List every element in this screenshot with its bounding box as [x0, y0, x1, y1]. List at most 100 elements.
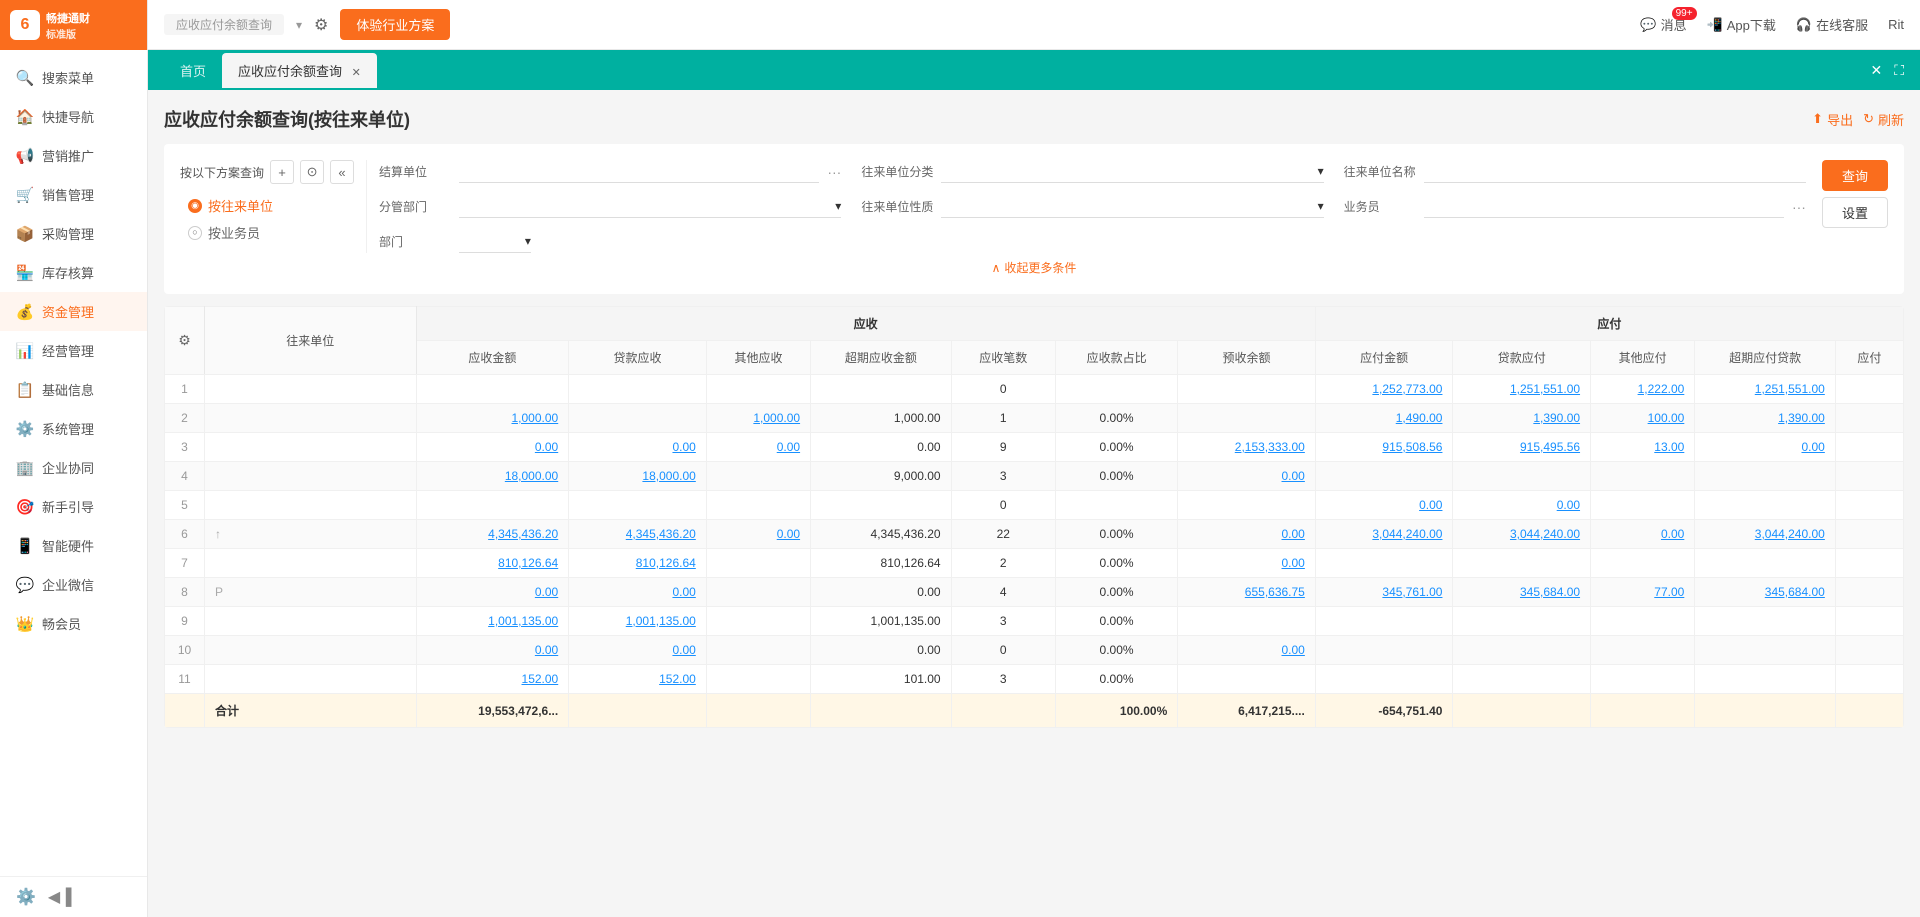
- collapse-conditions-btn[interactable]: ∧ 收起更多条件: [992, 259, 1077, 276]
- sidebar-item-operations[interactable]: 📊 经营管理: [0, 331, 147, 370]
- cell-ap-amount: [1315, 462, 1453, 491]
- cell-ap-other: 0.00: [1591, 520, 1695, 549]
- settings-gear-icon[interactable]: ⚙: [314, 15, 328, 35]
- sidebar-item-label: 新手引导: [42, 497, 94, 516]
- cell-ar-ratio: [1055, 491, 1177, 520]
- industry-btn[interactable]: 体验行业方案: [340, 9, 450, 40]
- table-scroll[interactable]: ⚙ 往来单位 应收 应付 应收金额 贷款应收 其他应收: [164, 306, 1904, 728]
- sidebar-item-label: 系统管理: [42, 419, 94, 438]
- sidebar-item-label: 快捷导航: [42, 107, 94, 126]
- cell-partner: [205, 549, 417, 578]
- cell-ar-overdue: 0.00: [811, 636, 952, 665]
- table-row: 8 P 0.00 0.00 0.00 4 0.00% 655,636.75 34…: [165, 578, 1904, 607]
- sidebar-item-purchase[interactable]: 📦 采购管理: [0, 214, 147, 253]
- sidebar-item-inventory[interactable]: 🏪 库存核算: [0, 253, 147, 292]
- sidebar-item-sales[interactable]: 🛒 销售管理: [0, 175, 147, 214]
- cell-ar-count: 9: [951, 433, 1055, 462]
- tab-close-icon[interactable]: ✕: [352, 67, 361, 79]
- filter-select-subdept[interactable]: ▾: [459, 230, 531, 253]
- app-download-btn[interactable]: 📲 App下载: [1707, 15, 1776, 34]
- cell-index: 5: [165, 491, 205, 520]
- filter-select-partner-nature[interactable]: ▾: [941, 195, 1323, 218]
- tab-home[interactable]: 首页: [164, 53, 222, 88]
- cell-index: 9: [165, 607, 205, 636]
- refresh-btn[interactable]: ↻ 刷新: [1863, 110, 1904, 129]
- tab-ar-ap[interactable]: 应收应付余额查询 ✕: [222, 53, 377, 88]
- user-name[interactable]: Rit: [1888, 17, 1904, 32]
- filter-config-btn[interactable]: ⊙: [300, 160, 324, 184]
- cell-ar-loan: 18,000.00: [569, 462, 707, 491]
- cell-ap-other: 13.00: [1591, 433, 1695, 462]
- col-ar-overdue: 超期应收金额: [811, 341, 952, 375]
- filter-collapse-btn[interactable]: «: [330, 160, 354, 184]
- message-btn[interactable]: 💬 消息 99+: [1640, 15, 1686, 34]
- content-area: 应收应付余额查询(按往来单位) ⬆ 导出 ↻ 刷新: [148, 90, 1920, 917]
- cell-ap-amount: [1315, 665, 1453, 694]
- cell-ap-tail: [1835, 520, 1903, 549]
- sidebar-item-search-menu[interactable]: 🔍 搜索菜单: [0, 58, 147, 97]
- cell-ap-tail: [1835, 462, 1903, 491]
- breadcrumb-chevron-icon[interactable]: ▾: [296, 18, 302, 32]
- footer-settings-icon[interactable]: ⚙️: [16, 887, 36, 907]
- cell-ar-count: 3: [951, 462, 1055, 491]
- scheme-salesperson[interactable]: ○ 按业务员: [180, 219, 354, 246]
- filter-input-partner-name[interactable]: [1424, 160, 1806, 183]
- filter-select-dept[interactable]: ▾: [459, 195, 841, 218]
- cell-index: 6: [165, 520, 205, 549]
- wechat-icon: 💬: [16, 576, 34, 594]
- sidebar-item-basic-info[interactable]: 📋 基础信息: [0, 370, 147, 409]
- table-settings-icon[interactable]: ⚙: [178, 332, 191, 348]
- sidebar-item-guide[interactable]: 🎯 新手引导: [0, 487, 147, 526]
- filter-field-partner-name: 往来单位名称: [1344, 160, 1806, 183]
- online-service-btn[interactable]: 🎧 在线客服: [1796, 15, 1868, 34]
- cell-ap-amount: [1315, 607, 1453, 636]
- sidebar-item-system[interactable]: ⚙️ 系统管理: [0, 409, 147, 448]
- table-container: ⚙ 往来单位 应收 应付 应收金额 贷款应收 其他应收: [164, 306, 1904, 728]
- set-btn[interactable]: 设置: [1822, 197, 1888, 228]
- member-icon: 👑: [16, 615, 34, 633]
- tab-close-window-icon[interactable]: ✕: [1870, 62, 1882, 79]
- table-row: 10 0.00 0.00 0.00 0 0.00% 0.00: [165, 636, 1904, 665]
- tab-bar-actions: ✕ ⛶: [1870, 62, 1904, 79]
- sidebar-item-finance[interactable]: 💰 资金管理: [0, 292, 147, 331]
- inventory-icon: 🏪: [16, 264, 34, 282]
- cell-ar-other: [706, 665, 810, 694]
- cell-ap-other: [1591, 636, 1695, 665]
- filter-add-btn[interactable]: +: [270, 160, 294, 184]
- footer-ar-loan: [569, 694, 707, 728]
- tab-maximize-icon[interactable]: ⛶: [1894, 62, 1904, 79]
- sidebar-item-marketing[interactable]: 📢 营销推广: [0, 136, 147, 175]
- cell-ar-prepaid: 0.00: [1178, 462, 1316, 491]
- filter-input-salesperson[interactable]: [1424, 195, 1784, 218]
- filter-field-subdept: 部门 ▾: [379, 230, 531, 253]
- sidebar-item-member[interactable]: 👑 畅会员: [0, 604, 147, 643]
- filter-select-partner-type[interactable]: ▾: [941, 160, 1323, 183]
- cell-ap-tail: [1835, 607, 1903, 636]
- cell-ar-amount: [416, 375, 569, 404]
- query-btn[interactable]: 查询: [1822, 160, 1888, 191]
- scheme-partner[interactable]: ◉ 按往来单位: [180, 192, 354, 219]
- filter-dots-salesperson[interactable]: ···: [1792, 199, 1806, 215]
- footer-collapse-icon[interactable]: ◀▐: [48, 887, 72, 907]
- cell-ar-ratio: 0.00%: [1055, 462, 1177, 491]
- table-row: 3 0.00 0.00 0.00 0.00 9 0.00% 2,153,333.…: [165, 433, 1904, 462]
- sidebar-item-enterprise[interactable]: 🏢 企业协同: [0, 448, 147, 487]
- cell-partner: [205, 636, 417, 665]
- sidebar-item-quick-nav[interactable]: 🏠 快捷导航: [0, 97, 147, 136]
- cell-ar-overdue: [811, 375, 952, 404]
- filter-field-settlement: 结算单位 ···: [379, 160, 841, 183]
- footer-ap-overdue: [1695, 694, 1836, 728]
- cell-ar-loan: [569, 491, 707, 520]
- export-btn[interactable]: ⬆ 导出: [1812, 110, 1853, 129]
- filter-input-settlement[interactable]: [459, 160, 819, 183]
- sidebar-item-wechat[interactable]: 💬 企业微信: [0, 565, 147, 604]
- cell-partner: P: [205, 578, 417, 607]
- cell-ar-amount: 4,345,436.20: [416, 520, 569, 549]
- col-ap-tail: 应付: [1835, 341, 1903, 375]
- cell-ar-loan: 152.00: [569, 665, 707, 694]
- table-row: 6 ↑ 4,345,436.20 4,345,436.20 0.00 4,345…: [165, 520, 1904, 549]
- sidebar-item-hardware[interactable]: 📱 智能硬件: [0, 526, 147, 565]
- marketing-icon: 📢: [16, 147, 34, 165]
- cell-ar-count: 0: [951, 636, 1055, 665]
- filter-dots-settlement[interactable]: ···: [827, 164, 841, 180]
